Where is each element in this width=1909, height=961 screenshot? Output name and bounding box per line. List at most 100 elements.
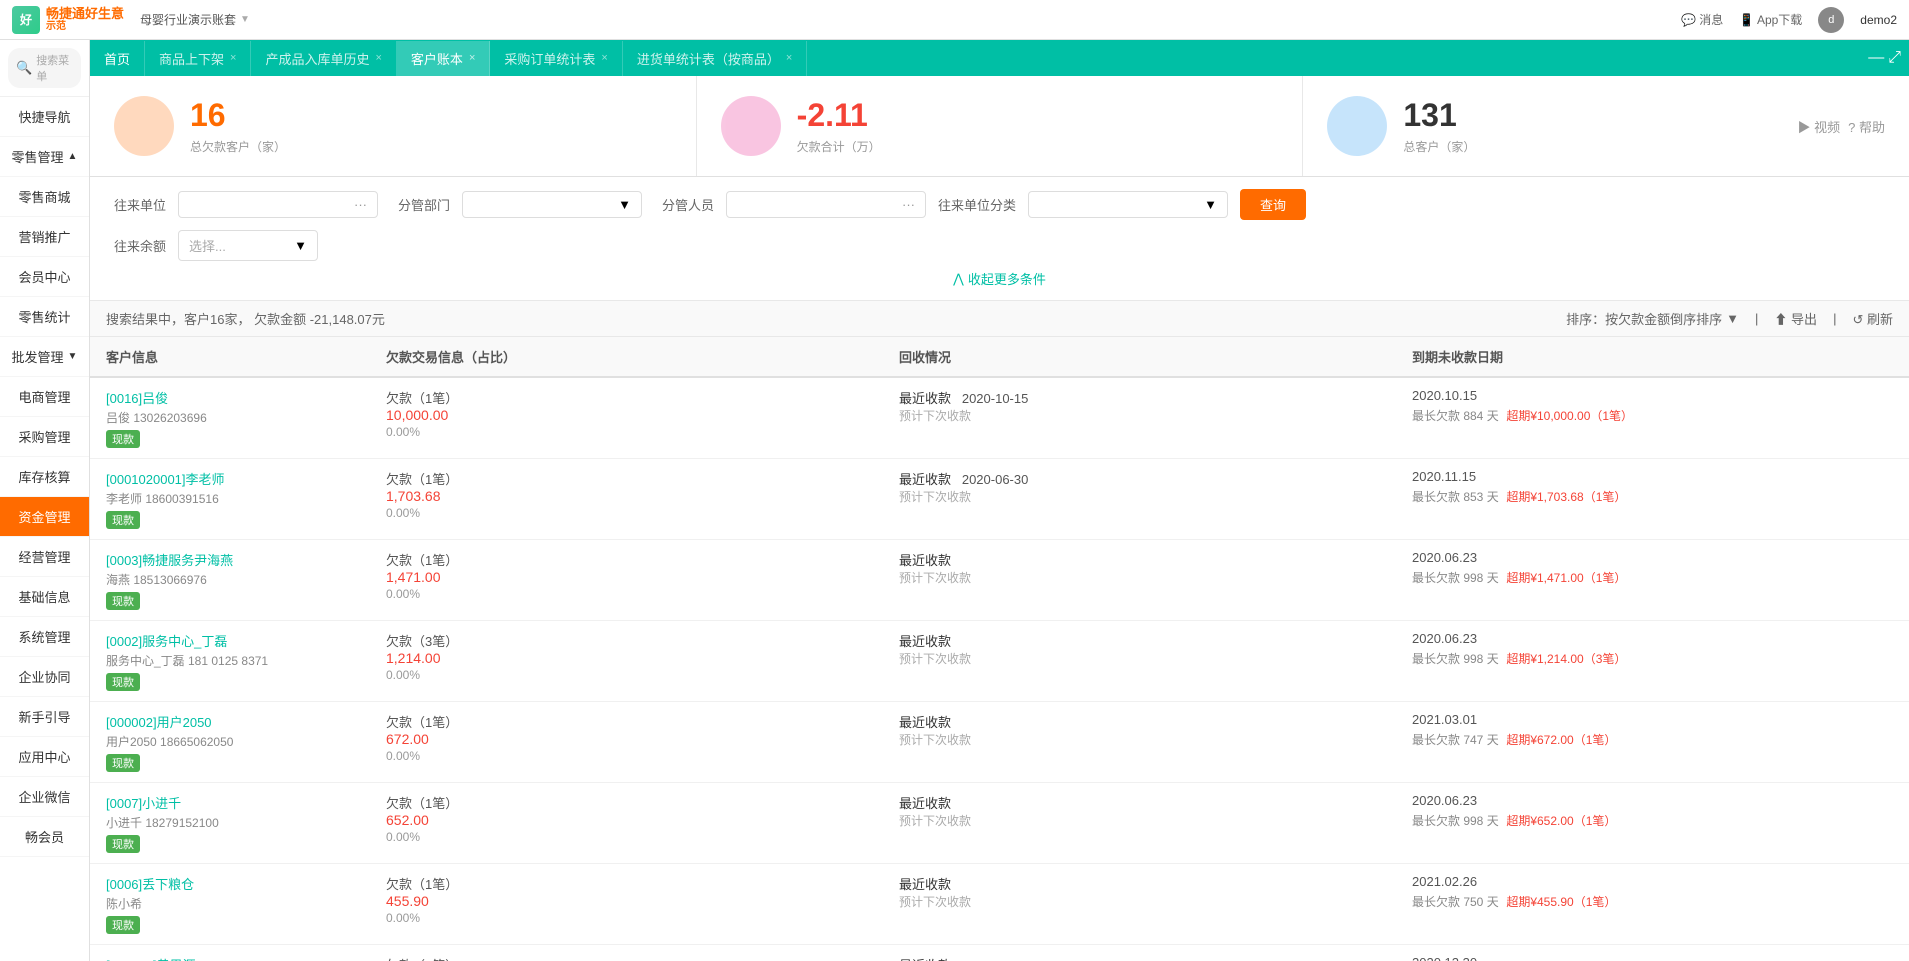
debt-amount[interactable]: 455.90 [386, 893, 867, 909]
sort-button[interactable]: 排序：按欠款金额倒序排序 ▼ [1566, 309, 1739, 328]
app-download-link[interactable]: 📱 App下载 [1739, 11, 1802, 28]
user-avatar[interactable]: d [1818, 7, 1844, 33]
overdue-amount-link[interactable]: 超期¥1,214.00（3笔） [1506, 652, 1626, 666]
search-menu-box[interactable]: 🔍 搜索菜单 [8, 48, 81, 88]
tab-customer-account[interactable]: 客户账本 × [397, 41, 490, 76]
table-row: [0003]畅捷服务尹海燕 海燕 18513066976 现款 欠款（1笔） 1… [90, 540, 1909, 621]
sidebar-item-label: 电商管理 [18, 390, 70, 405]
tab-label: 进货单统计表（按商品） [637, 49, 780, 68]
unit-classify-select[interactable]: ▼ [1028, 191, 1228, 218]
debt-pct: 0.00% [386, 911, 867, 925]
due-date: 2021.03.01 [1412, 712, 1893, 727]
tab-import-summary[interactable]: 进货单统计表（按商品） × [623, 41, 807, 76]
sidebar-item-marketing[interactable]: 营销推广 [0, 217, 89, 257]
debt-amount[interactable]: 1,703.68 [386, 488, 867, 504]
customer-name-link[interactable]: [0002]服务中心_丁磊 [106, 631, 354, 650]
overdue-amount-link[interactable]: 超期¥10,000.00（1笔） [1506, 409, 1633, 423]
sidebar-item-newbie[interactable]: 新手引导 [0, 697, 89, 737]
person-input[interactable]: ··· [726, 191, 926, 218]
sidebar-item-app-center[interactable]: 应用中心 [0, 737, 89, 777]
customer-name-link[interactable]: [0006]丢下粮仓 [106, 874, 354, 893]
message-link[interactable]: 💬 消息 [1681, 11, 1723, 28]
sidebar-item-retail-mall[interactable]: 零售商城 [0, 177, 89, 217]
debt-amount[interactable]: 652.00 [386, 812, 867, 828]
video-link[interactable]: ▶ 视频 [1798, 117, 1841, 136]
customer-name-link[interactable]: [0001020001]李老师 [106, 469, 354, 488]
debt-amount[interactable]: 1,471.00 [386, 569, 867, 585]
sidebar-item-retail-mgmt[interactable]: 零售管理 ▲ [0, 137, 89, 177]
sidebar-item-quick-nav[interactable]: 快捷导航 [0, 97, 89, 137]
tab-products-off[interactable]: 商品上下架 × [145, 41, 251, 76]
from-unit-dots-icon: ··· [354, 197, 367, 212]
customer-sub: 服务中心_丁磊 181 0125 8371 [106, 652, 354, 669]
sidebar-item-purchase[interactable]: 采购管理 [0, 417, 89, 457]
stat-icon-building [1327, 96, 1387, 156]
customer-name-link[interactable]: [000002]用户2050 [106, 712, 354, 731]
refresh-button[interactable]: ↺ 刷新 [1852, 309, 1893, 328]
sidebar-item-corp-wechat[interactable]: 企业微信 [0, 777, 89, 817]
close-tab-icon[interactable]: × [601, 52, 607, 64]
td-due-4: 2020.06.23 最长欠款 998 天 超期¥1,214.00（3笔） [1396, 621, 1909, 701]
collapse-button[interactable]: ⋀ 收起更多条件 [106, 269, 1893, 288]
search-button[interactable]: 查询 [1240, 189, 1306, 220]
sidebar-item-operations[interactable]: 经营管理 [0, 537, 89, 577]
sidebar-item-batch-mgmt[interactable]: 批发管理 ▼ [0, 337, 89, 377]
close-tab-icon[interactable]: × [469, 52, 475, 64]
last-collect: 最近收款 [899, 793, 1380, 812]
result-info: 搜索结果中，客户16家， 欠款金额 -21,148.07元 [106, 309, 385, 328]
close-tab-icon[interactable]: × [230, 52, 236, 64]
sidebar-item-label: 会员中心 [18, 270, 70, 285]
td-debt-2: 欠款（1笔） 1,703.68 0.00% [370, 459, 883, 539]
sidebar-search-area[interactable]: 🔍 搜索菜单 [0, 40, 89, 97]
overdue-amount-link[interactable]: 超期¥652.00（1笔） [1506, 814, 1616, 828]
customer-sub: 吕俊 13026203696 [106, 409, 354, 426]
sidebar-item-inventory[interactable]: 库存核算 [0, 457, 89, 497]
table-header: 客户信息 欠款交易信息（占比） 回收情况 到期未收款日期 [90, 337, 1909, 378]
sidebar-item-member-plus[interactable]: 畅会员 [0, 817, 89, 857]
debt-amount[interactable]: 1,214.00 [386, 650, 867, 666]
td-due-8: 2020.12.30 最长欠款 808 天 超期¥429.00（1笔） [1396, 945, 1909, 961]
tab-fullscreen-icon[interactable]: ⤢ [1888, 49, 1901, 67]
help-link[interactable]: ? 帮助 [1848, 117, 1885, 136]
export-button[interactable]: ⬆ 导出 [1774, 309, 1817, 328]
sidebar-item-enterprise[interactable]: 企业协同 [0, 657, 89, 697]
close-tab-icon[interactable]: × [786, 52, 792, 64]
tab-purchase-summary[interactable]: 采购订单统计表 × [490, 41, 622, 76]
overdue-amount-link[interactable]: 超期¥1,703.68（1笔） [1506, 490, 1626, 504]
company-selector[interactable]: 母婴行业演示账套 ▼ [140, 11, 250, 28]
customer-name-link[interactable]: [0016]吕俊 [106, 388, 354, 407]
sidebar-item-label: 营销推广 [18, 230, 70, 245]
debt-amount[interactable]: 10,000.00 [386, 407, 867, 423]
sidebar-item-system[interactable]: 系统管理 [0, 617, 89, 657]
stat-icon-money: ¥ [114, 96, 174, 156]
divider: | [1755, 311, 1758, 326]
table-row: [0016]吕俊 吕俊 13026203696 现款 欠款（1笔） 10,000… [90, 378, 1909, 459]
filter-area: 往来单位 ··· 分管部门 ▼ 分管人员 ··· 往来单位 [90, 177, 1909, 301]
sidebar-item-retail-stats[interactable]: 零售统计 [0, 297, 89, 337]
overdue-days: 最长欠款 998 天 [1412, 571, 1499, 585]
overdue-amount-link[interactable]: 超期¥672.00（1笔） [1506, 733, 1616, 747]
debt-count: 欠款（1笔） [386, 712, 867, 731]
tab-home[interactable]: 首页 [90, 41, 145, 76]
close-tab-icon[interactable]: × [375, 52, 381, 64]
dept-select[interactable]: ▼ [462, 191, 642, 218]
customer-name-link[interactable]: [0003]畅捷服务尹海燕 [106, 550, 354, 569]
tab-product-history[interactable]: 产成品入库单历史 × [251, 41, 396, 76]
customer-name-link[interactable]: [0007]小进千 [106, 793, 354, 812]
sidebar-item-ecommerce[interactable]: 电商管理 [0, 377, 89, 417]
tab-collapse-icon[interactable]: — [1868, 49, 1884, 67]
sidebar-item-label: 畅会员 [25, 830, 64, 845]
td-customer-5: [000002]用户2050 用户2050 18665062050 现款 [90, 702, 370, 782]
from-unit-input[interactable]: ··· [178, 191, 378, 218]
td-debt-8: 欠款（1笔） 429.00 0.00% [370, 945, 883, 961]
overdue-amount-link[interactable]: 超期¥1,471.00（1笔） [1506, 571, 1626, 585]
sidebar-item-member[interactable]: 会员中心 [0, 257, 89, 297]
balance-select[interactable]: 选择... ▼ [178, 230, 318, 261]
sidebar-item-basic-info[interactable]: 基础信息 [0, 577, 89, 617]
customer-name-link[interactable]: [000001]黄思源 [106, 955, 354, 961]
debt-amount[interactable]: 672.00 [386, 731, 867, 747]
sidebar-item-label: 零售统计 [18, 310, 70, 325]
tab-label: 客户账本 [411, 49, 463, 68]
sidebar-item-finance[interactable]: 资金管理 [0, 497, 89, 537]
overdue-amount-link[interactable]: 超期¥455.90（1笔） [1506, 895, 1616, 909]
